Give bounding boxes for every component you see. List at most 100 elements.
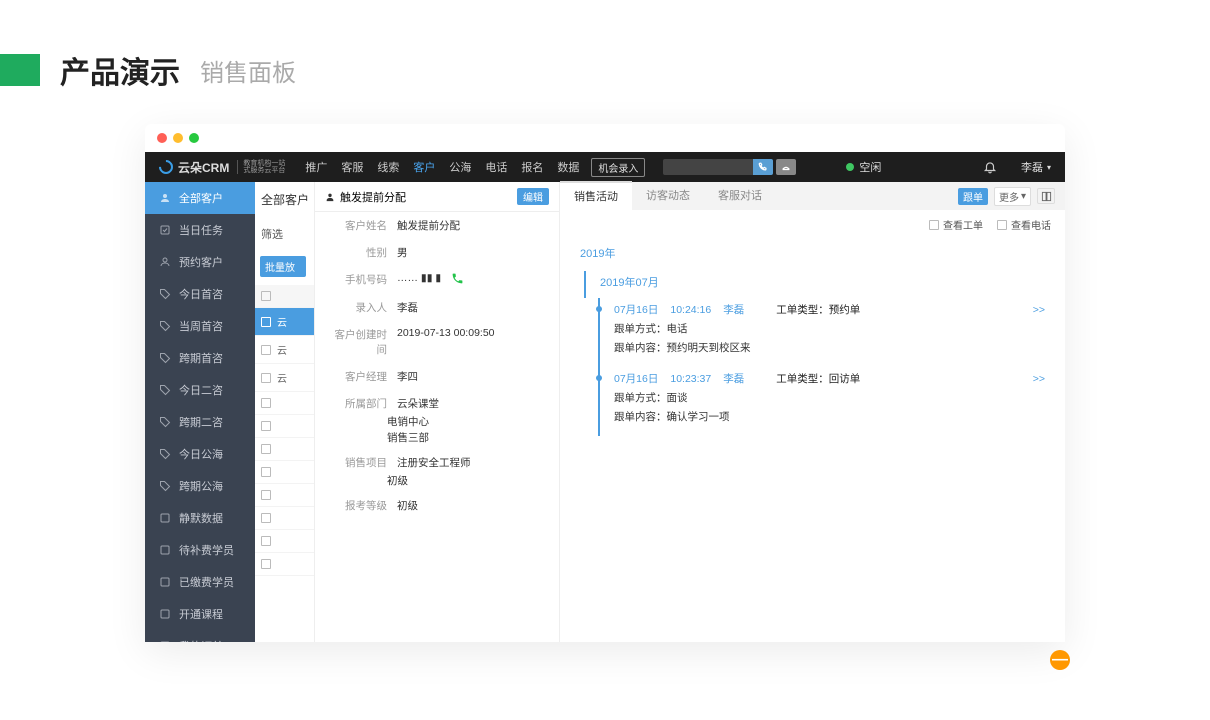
search-button[interactable] <box>753 159 773 175</box>
timeline-entry[interactable]: 07月16日 10:24:16 李磊 工单类型：预约单 >> 跟单方式：电话 跟… <box>614 298 1045 367</box>
checkbox[interactable] <box>261 559 271 569</box>
list-row[interactable] <box>255 461 314 484</box>
tag-icon <box>159 384 171 396</box>
checkbox[interactable] <box>261 291 271 301</box>
sidebar-item-silent[interactable]: 静默数据 <box>145 502 255 534</box>
nav-phone[interactable]: 电话 <box>485 159 507 175</box>
customer-title: 触发提前分配 <box>340 189 406 205</box>
tag-icon <box>159 288 171 300</box>
nav-service[interactable]: 客服 <box>341 159 363 175</box>
entry-method: 跟单方式：电话 <box>614 321 1045 336</box>
sidebar-item-today-sea[interactable]: 今日公海 <box>145 438 255 470</box>
search-input[interactable] <box>663 159 753 175</box>
sidebar-item-today-task[interactable]: 当日任务 <box>145 214 255 246</box>
check-view-ticket[interactable]: 查看工单 <box>929 217 983 232</box>
sidebar-item-today-second[interactable]: 今日二咨 <box>145 374 255 406</box>
list-row[interactable]: 云 <box>255 364 314 392</box>
sidebar: 全部客户 当日任务 预约客户 今日首咨 当周首咨 跨期首咨 今日二咨 跨期二咨 … <box>145 182 255 642</box>
check-view-call[interactable]: 查看电话 <box>997 217 1051 232</box>
field-name: 触发提前分配 <box>397 218 460 233</box>
list-row[interactable] <box>255 507 314 530</box>
nav-customer[interactable]: 客户 <box>413 159 435 175</box>
field-exam: 初级 <box>397 498 418 513</box>
entry-method: 跟单方式：面谈 <box>614 390 1045 405</box>
dial-button[interactable] <box>776 159 796 175</box>
layout-icon[interactable] <box>1037 188 1055 204</box>
filter-label[interactable]: 筛选 <box>255 217 314 251</box>
entry-user: 李磊 <box>723 302 744 317</box>
detail-panel: 触发提前分配 编辑 客户姓名触发提前分配 性别男 手机号码…… ▮▮ ▮ 录入人… <box>315 182 1065 642</box>
entry-expand[interactable]: >> <box>1033 373 1045 385</box>
nav-data[interactable]: 数据 <box>557 159 579 175</box>
checkbox[interactable] <box>261 467 271 477</box>
tag-icon <box>159 480 171 492</box>
checkbox[interactable] <box>261 513 271 523</box>
sidebar-item-cross-second[interactable]: 跨期二咨 <box>145 406 255 438</box>
follow-button[interactable]: 跟单 <box>958 188 988 205</box>
checkbox[interactable] <box>261 536 271 546</box>
chevron-down-icon[interactable]: ▾ <box>1047 163 1051 172</box>
user-menu[interactable]: 李磊 <box>1021 159 1043 175</box>
checkbox[interactable] <box>261 490 271 500</box>
bell-icon[interactable] <box>983 160 997 174</box>
checkbox[interactable] <box>997 220 1007 230</box>
status-text: 空闲 <box>859 159 881 175</box>
sidebar-item-today-first[interactable]: 今日首咨 <box>145 278 255 310</box>
sidebar-item-cross-sea[interactable]: 跨期公海 <box>145 470 255 502</box>
list-row[interactable] <box>255 415 314 438</box>
person-icon <box>159 256 171 268</box>
tab-sales-activity[interactable]: 销售活动 <box>560 181 632 211</box>
logo-tagline: 教育机构一站 式服务云平台 <box>237 160 285 174</box>
batch-release-button[interactable]: 批量放 <box>260 256 306 277</box>
sidebar-item-paid[interactable]: 已缴费学员 <box>145 566 255 598</box>
list-row[interactable]: 云 <box>255 336 314 364</box>
field-phone: …… ▮▮ ▮ <box>397 272 441 288</box>
status-dot-icon <box>846 163 854 171</box>
checkbox[interactable] <box>929 220 939 230</box>
nav-signup[interactable]: 报名 <box>521 159 543 175</box>
sidebar-item-courses[interactable]: 开通课程 <box>145 598 255 630</box>
sidebar-item-appoint[interactable]: 预约客户 <box>145 246 255 278</box>
maximize-dot[interactable] <box>189 133 199 143</box>
help-bubble[interactable]: — <box>1050 650 1070 670</box>
sidebar-item-all[interactable]: 全部客户 <box>145 182 255 214</box>
tag-icon <box>159 416 171 428</box>
nav-items: 推广 客服 线索 客户 公海 电话 报名 数据 <box>305 159 579 175</box>
timeline-entry[interactable]: 07月16日 10:23:37 李磊 工单类型：回访单 >> 跟单方式：面谈 跟… <box>614 367 1045 436</box>
checkbox[interactable] <box>261 444 271 454</box>
checkbox[interactable] <box>261 398 271 408</box>
minimize-dot[interactable] <box>173 133 183 143</box>
field-entry: 李磊 <box>397 300 418 315</box>
nav-sea[interactable]: 公海 <box>449 159 471 175</box>
checkbox[interactable] <box>261 345 271 355</box>
sidebar-item-pending-pay[interactable]: 待补费学员 <box>145 534 255 566</box>
call-icon[interactable] <box>451 272 464 288</box>
checkbox[interactable] <box>261 421 271 431</box>
edit-button[interactable]: 编辑 <box>517 188 549 205</box>
tab-service-chat[interactable]: 客服对话 <box>704 182 776 210</box>
nav-leads[interactable]: 线索 <box>377 159 399 175</box>
list-row[interactable] <box>255 392 314 415</box>
customer-info-header: 触发提前分配 编辑 <box>315 182 559 212</box>
checkbox[interactable] <box>261 373 271 383</box>
opportunity-entry-button[interactable]: 机会录入 <box>591 158 645 177</box>
list-row[interactable] <box>255 553 314 576</box>
timeline: 2019年 2019年07月 07月16日 10:24:16 李磊 工单类型：预… <box>560 239 1065 442</box>
list-row[interactable] <box>255 530 314 553</box>
sidebar-item-orders[interactable]: 我的订单 <box>145 630 255 642</box>
checkbox[interactable] <box>261 317 271 327</box>
close-dot[interactable] <box>157 133 167 143</box>
list-row[interactable] <box>255 484 314 507</box>
nav-promo[interactable]: 推广 <box>305 159 327 175</box>
field-gender: 男 <box>397 245 408 260</box>
sidebar-item-week-first[interactable]: 当周首咨 <box>145 310 255 342</box>
more-button[interactable]: 更多▾ <box>994 187 1031 206</box>
list-row[interactable]: 云 <box>255 308 314 336</box>
entry-user: 李磊 <box>723 371 744 386</box>
entry-expand[interactable]: >> <box>1033 304 1045 316</box>
tab-visitor[interactable]: 访客动态 <box>632 182 704 210</box>
status-indicator[interactable]: 空闲 <box>846 159 881 175</box>
list-row[interactable] <box>255 438 314 461</box>
entry-date: 07月16日 <box>614 302 658 317</box>
sidebar-item-cross-first[interactable]: 跨期首咨 <box>145 342 255 374</box>
